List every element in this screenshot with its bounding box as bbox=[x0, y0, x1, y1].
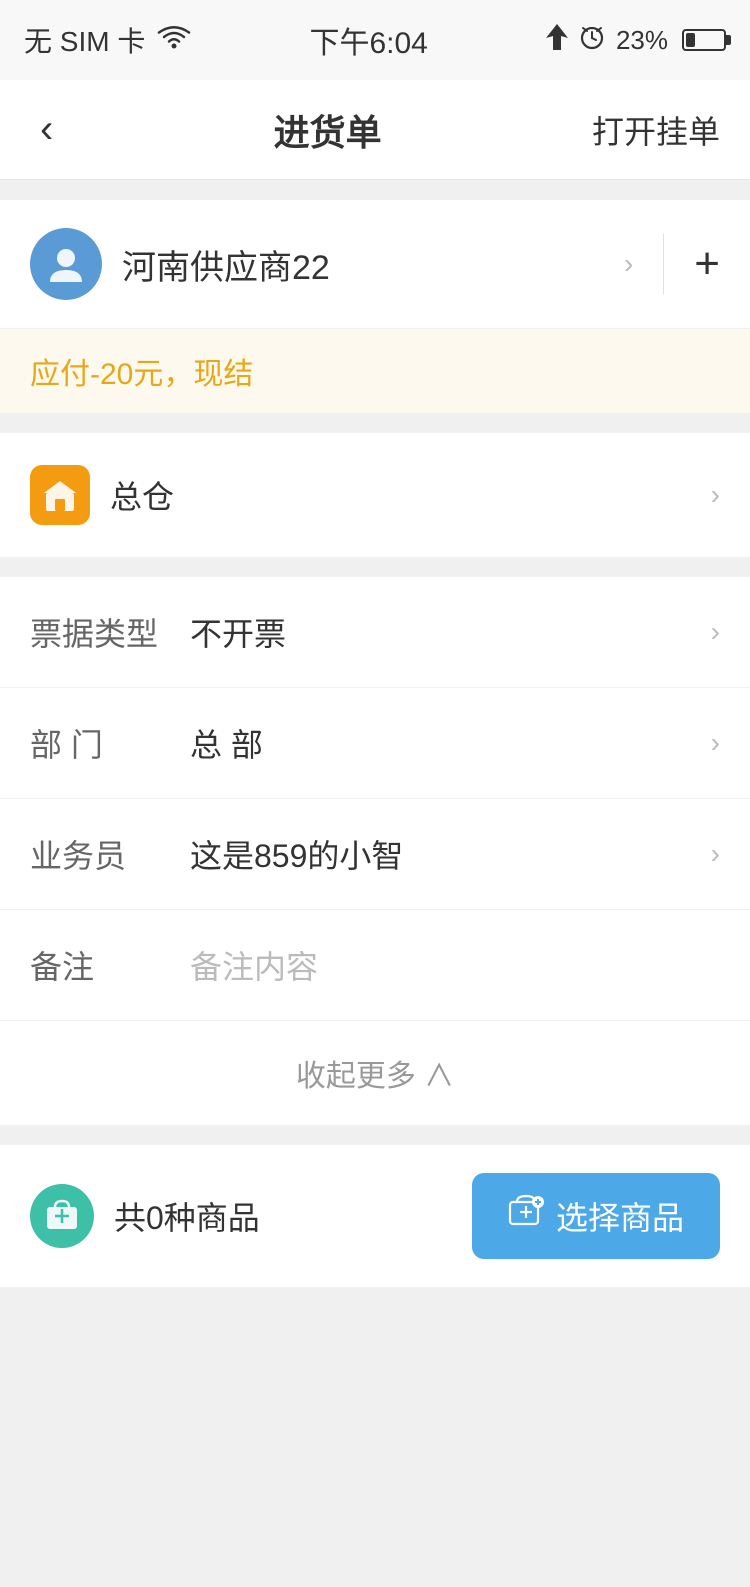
supplier-name: 河南供应商22 bbox=[122, 240, 624, 289]
info-banner: 应付-20元，现结 bbox=[0, 329, 750, 413]
supplier-chevron-icon: › bbox=[624, 248, 633, 280]
gray-area bbox=[0, 1287, 750, 1587]
status-bar: 无 SIM 卡 下午6:04 23 bbox=[0, 0, 750, 80]
warehouse-row[interactable]: 总仓 › bbox=[0, 433, 750, 557]
product-count-text: 共0种商品 bbox=[114, 1193, 260, 1239]
content: 河南供应商22 › + 应付-20元，现结 总仓 › 票据类型 bbox=[0, 200, 750, 1587]
warehouse-section: 总仓 › bbox=[0, 433, 750, 557]
invoice-type-row[interactable]: 票据类型 不开票 › bbox=[0, 577, 750, 687]
remark-input[interactable]: 备注内容 bbox=[190, 942, 720, 988]
divider bbox=[663, 234, 664, 294]
product-count-wrap: 共0种商品 bbox=[30, 1184, 260, 1248]
back-button[interactable]: ‹ bbox=[30, 97, 63, 162]
open-pending-button[interactable]: 打开挂单 bbox=[592, 107, 720, 153]
info-banner-text: 应付-20元，现结 bbox=[30, 358, 253, 391]
form-section: 票据类型 不开票 › 部 门 总 部 › 业务员 这是859的小智 › 备注 备… bbox=[0, 577, 750, 1125]
cart-icon bbox=[508, 1194, 544, 1239]
remark-label: 备注 bbox=[30, 942, 190, 988]
department-chevron-icon: › bbox=[711, 727, 720, 759]
add-supplier-button[interactable]: + bbox=[694, 242, 720, 286]
select-product-button[interactable]: 选择商品 bbox=[472, 1173, 720, 1259]
status-right: 23% bbox=[546, 23, 726, 58]
warehouse-icon bbox=[30, 465, 90, 525]
supplier-section: 河南供应商22 › + 应付-20元，现结 bbox=[0, 200, 750, 413]
department-value: 总 部 bbox=[190, 720, 711, 766]
alarm-icon bbox=[578, 23, 606, 58]
salesperson-label: 业务员 bbox=[30, 831, 190, 877]
warehouse-chevron-icon: › bbox=[711, 479, 720, 511]
warehouse-name: 总仓 bbox=[110, 472, 711, 518]
invoice-type-value: 不开票 bbox=[190, 609, 711, 655]
collapse-button[interactable]: 收起更多 ∧ bbox=[0, 1020, 750, 1125]
page-title: 进货单 bbox=[274, 104, 382, 156]
salesperson-row[interactable]: 业务员 这是859的小智 › bbox=[0, 798, 750, 909]
battery-icon bbox=[682, 29, 726, 51]
invoice-type-chevron-icon: › bbox=[711, 616, 720, 648]
department-row[interactable]: 部 门 总 部 › bbox=[0, 687, 750, 798]
salesperson-value: 这是859的小智 bbox=[190, 831, 711, 877]
supplier-row[interactable]: 河南供应商22 › + bbox=[0, 200, 750, 329]
supplier-avatar bbox=[30, 228, 102, 300]
select-product-label: 选择商品 bbox=[556, 1193, 684, 1239]
location-icon bbox=[546, 24, 568, 57]
status-left: 无 SIM 卡 bbox=[24, 20, 191, 60]
status-time: 下午6:04 bbox=[309, 18, 427, 62]
wifi-icon bbox=[157, 24, 191, 57]
remark-row[interactable]: 备注 备注内容 bbox=[0, 909, 750, 1020]
salesperson-chevron-icon: › bbox=[711, 838, 720, 870]
department-label: 部 门 bbox=[30, 720, 190, 766]
invoice-type-label: 票据类型 bbox=[30, 609, 190, 655]
bottom-bar: 共0种商品 选择商品 bbox=[0, 1145, 750, 1287]
carrier-label: 无 SIM 卡 bbox=[24, 20, 145, 60]
battery-percent: 23% bbox=[616, 25, 668, 56]
nav-bar: ‹ 进货单 打开挂单 bbox=[0, 80, 750, 180]
product-icon bbox=[30, 1184, 94, 1248]
